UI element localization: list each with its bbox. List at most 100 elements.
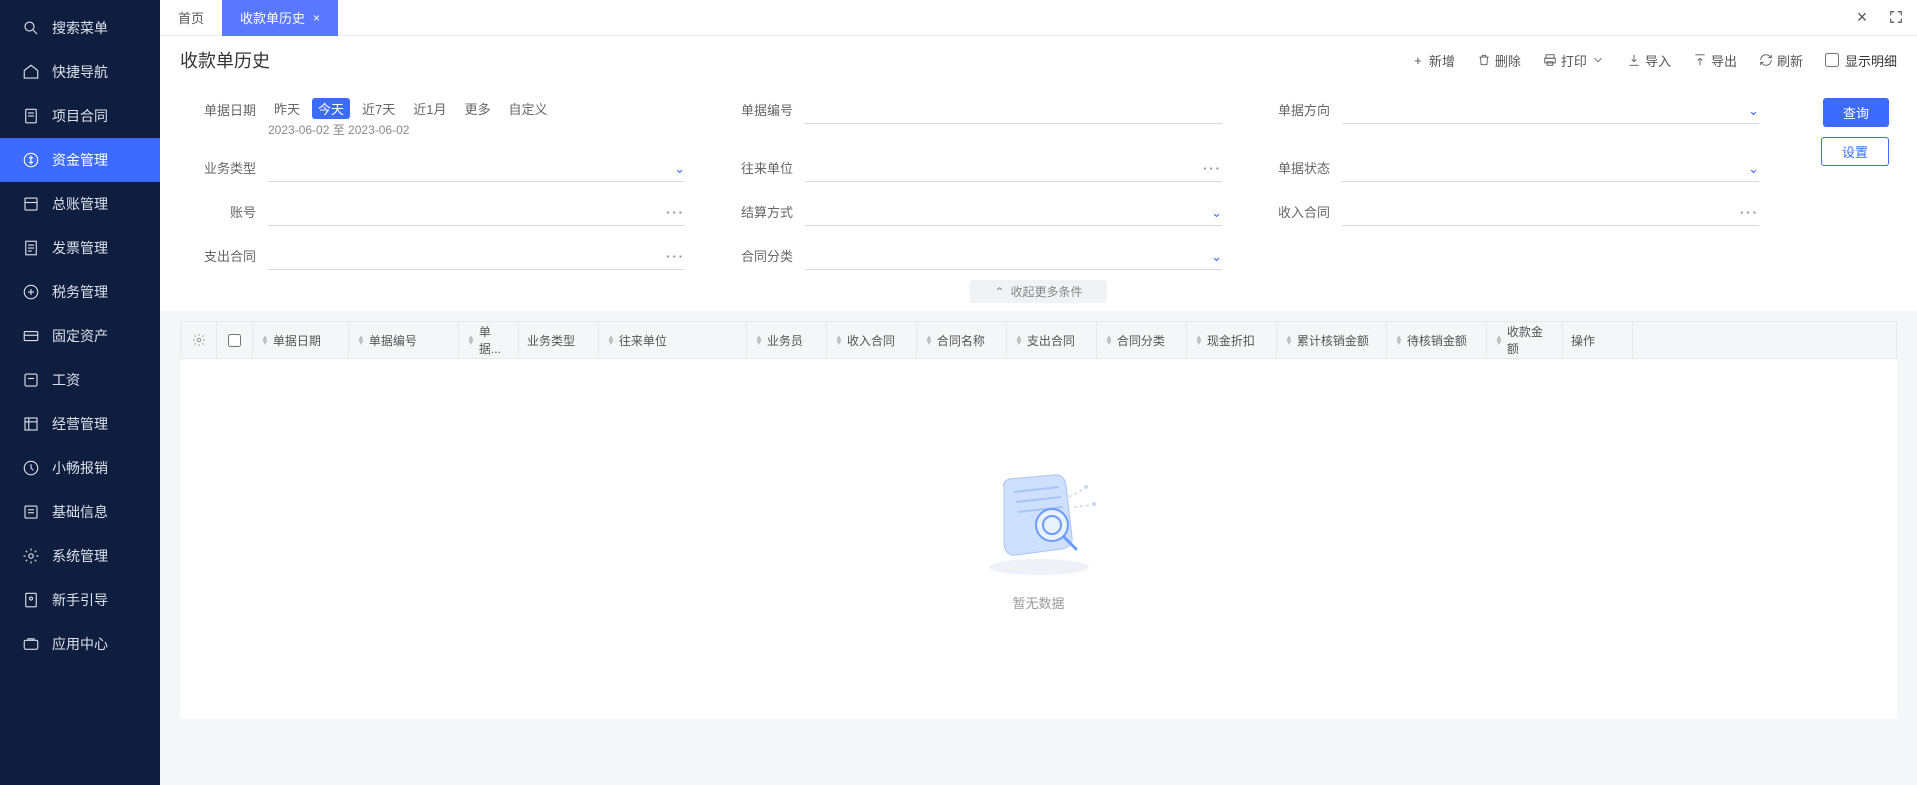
export-button[interactable]: 导出 <box>1693 51 1737 70</box>
table-column-header[interactable]: ▲▼单据日期 <box>253 322 349 358</box>
status-input[interactable] <box>1342 161 1748 176</box>
date-chip[interactable]: 自定义 <box>503 98 554 119</box>
date-chip[interactable]: 近1月 <box>407 98 452 119</box>
sort-icon: ▲▼ <box>1285 335 1293 345</box>
sidebar-item-14[interactable]: 应用中心 <box>0 622 160 666</box>
sidebar-item-4[interactable]: 总账管理 <box>0 182 160 226</box>
table-column-header[interactable]: ▲▼累计核销金额 <box>1277 322 1387 358</box>
delete-button[interactable]: 删除 <box>1477 51 1521 70</box>
table-column-header[interactable]: ▲▼单据... <box>459 322 519 358</box>
sort-icon: ▲▼ <box>1195 335 1203 345</box>
tab-0[interactable]: 首页 <box>160 0 222 36</box>
filter-doc-no: 单据编号 <box>725 98 1222 138</box>
chevron-down-icon[interactable]: ⌄ <box>1211 205 1222 221</box>
direction-input[interactable] <box>1342 103 1748 118</box>
toolbar: + 新增 删除 打印 导入 导出 <box>1411 51 1897 70</box>
chevron-down-icon[interactable]: ⌄ <box>1211 249 1222 265</box>
chevron-down-icon[interactable]: ⌄ <box>674 161 685 177</box>
import-button[interactable]: 导入 <box>1627 51 1671 70</box>
sidebar-item-label: 基础信息 <box>52 502 108 522</box>
biz-type-input[interactable] <box>268 161 674 176</box>
empty-illustration-icon <box>974 467 1104 577</box>
column-label: 收款金额 <box>1507 323 1554 357</box>
table-settings-button[interactable] <box>181 322 217 358</box>
sidebar-item-0[interactable]: 搜索菜单 <box>0 6 160 50</box>
show-detail-toggle[interactable]: 显示明细 <box>1825 51 1897 70</box>
sidebar-item-7[interactable]: 固定资产 <box>0 314 160 358</box>
settle-input[interactable] <box>805 205 1211 220</box>
account-input[interactable] <box>268 205 666 220</box>
more-icon[interactable]: ··· <box>1740 205 1759 220</box>
select-all-checkbox[interactable] <box>217 322 253 358</box>
table-column-header[interactable]: ▲▼ 现金折扣 <box>1187 322 1277 358</box>
date-chip[interactable]: 今天 <box>312 98 350 119</box>
date-chip[interactable]: 昨天 <box>268 98 306 119</box>
filter-biz-type: 业务类型 ⌄ <box>188 156 685 182</box>
table-column-header[interactable]: ▲▼单据编号 <box>349 322 459 358</box>
chevron-down-icon[interactable]: ⌄ <box>1748 161 1759 177</box>
chevron-down-icon[interactable]: ⌄ <box>1748 103 1759 119</box>
tabs-bar: 首页收款单历史 × × <box>160 0 1917 36</box>
expense-contract-input[interactable] <box>268 249 666 264</box>
date-chip[interactable]: 更多 <box>459 98 497 119</box>
settings-button[interactable]: 设置 <box>1821 137 1889 166</box>
table-column-header[interactable]: 操作 <box>1563 322 1633 358</box>
sidebar-item-6[interactable]: 税务管理 <box>0 270 160 314</box>
filter-status-label: 单据状态 <box>1262 156 1342 177</box>
filter-settle: 结算方式 ⌄ <box>725 200 1222 226</box>
sidebar-item-1[interactable]: 快捷导航 <box>0 50 160 94</box>
sidebar-item-3[interactable]: 资金管理 <box>0 138 160 182</box>
tax-icon <box>22 283 40 301</box>
table-column-header[interactable]: ▲▼待核销金额 <box>1387 322 1487 358</box>
more-icon[interactable]: ··· <box>666 205 685 220</box>
close-icon[interactable]: × <box>313 11 320 25</box>
sidebar-item-label: 固定资产 <box>52 326 108 346</box>
sidebar-item-10[interactable]: 小畅报销 <box>0 446 160 490</box>
sidebar-item-9[interactable]: 经营管理 <box>0 402 160 446</box>
table-column-header[interactable]: ▲▼合同名称 <box>917 322 1007 358</box>
table-column-header[interactable]: ▲▼业务员 <box>747 322 827 358</box>
table-column-header[interactable]: ▲▼合同分类 <box>1097 322 1187 358</box>
income-contract-input[interactable] <box>1342 205 1740 220</box>
partner-input[interactable] <box>805 161 1203 176</box>
sidebar-item-11[interactable]: 基础信息 <box>0 490 160 534</box>
table-column-header[interactable]: ▲▼收款金额 <box>1487 322 1563 358</box>
sidebar-item-8[interactable]: 工资 <box>0 358 160 402</box>
sidebar-item-label: 小畅报销 <box>52 458 108 478</box>
filter-account-label: 账号 <box>188 200 268 221</box>
refresh-button[interactable]: 刷新 <box>1759 51 1803 70</box>
sidebar-item-5[interactable]: 发票管理 <box>0 226 160 270</box>
sidebar-item-2[interactable]: 项目合同 <box>0 94 160 138</box>
table-column-header[interactable]: ▲▼收入合同 <box>827 322 917 358</box>
date-chip[interactable]: 近7天 <box>356 98 401 119</box>
add-button[interactable]: + 新增 <box>1411 51 1455 70</box>
sort-icon: ▲▼ <box>835 335 843 345</box>
sidebar-item-label: 税务管理 <box>52 282 108 302</box>
doc-no-input[interactable] <box>805 103 1222 118</box>
import-label: 导入 <box>1645 51 1671 70</box>
print-button[interactable]: 打印 <box>1543 51 1605 70</box>
invoice-icon <box>22 239 40 257</box>
column-label: 单据日期 <box>273 332 321 349</box>
close-icon[interactable]: × <box>1851 6 1873 28</box>
export-icon <box>1693 53 1707 67</box>
column-label: 现金折扣 <box>1207 332 1255 349</box>
column-label: 待核销金额 <box>1407 332 1467 349</box>
show-detail-checkbox[interactable] <box>1825 53 1839 67</box>
sidebar-item-12[interactable]: 系统管理 <box>0 534 160 578</box>
empty-text: 暂无数据 <box>1012 593 1064 612</box>
tab-1[interactable]: 收款单历史 × <box>222 0 338 36</box>
column-label: 业务类型 <box>527 332 575 349</box>
collapse-filters-button[interactable]: ⌃ 收起更多条件 <box>970 280 1106 303</box>
query-button[interactable]: 查询 <box>1823 98 1889 127</box>
more-icon[interactable]: ··· <box>666 249 685 264</box>
more-icon[interactable]: ··· <box>1203 161 1222 176</box>
sort-icon: ▲▼ <box>357 335 365 345</box>
contract-class-input[interactable] <box>805 249 1211 264</box>
table-column-header[interactable]: 业务类型 <box>519 322 599 358</box>
sidebar-item-13[interactable]: 新手引导 <box>0 578 160 622</box>
table-column-header[interactable]: ▲▼往来单位 <box>599 322 747 358</box>
fullscreen-icon[interactable] <box>1885 6 1907 28</box>
table-column-header[interactable]: ▲▼支出合同 <box>1007 322 1097 358</box>
tab-label: 收款单历史 <box>240 8 305 27</box>
